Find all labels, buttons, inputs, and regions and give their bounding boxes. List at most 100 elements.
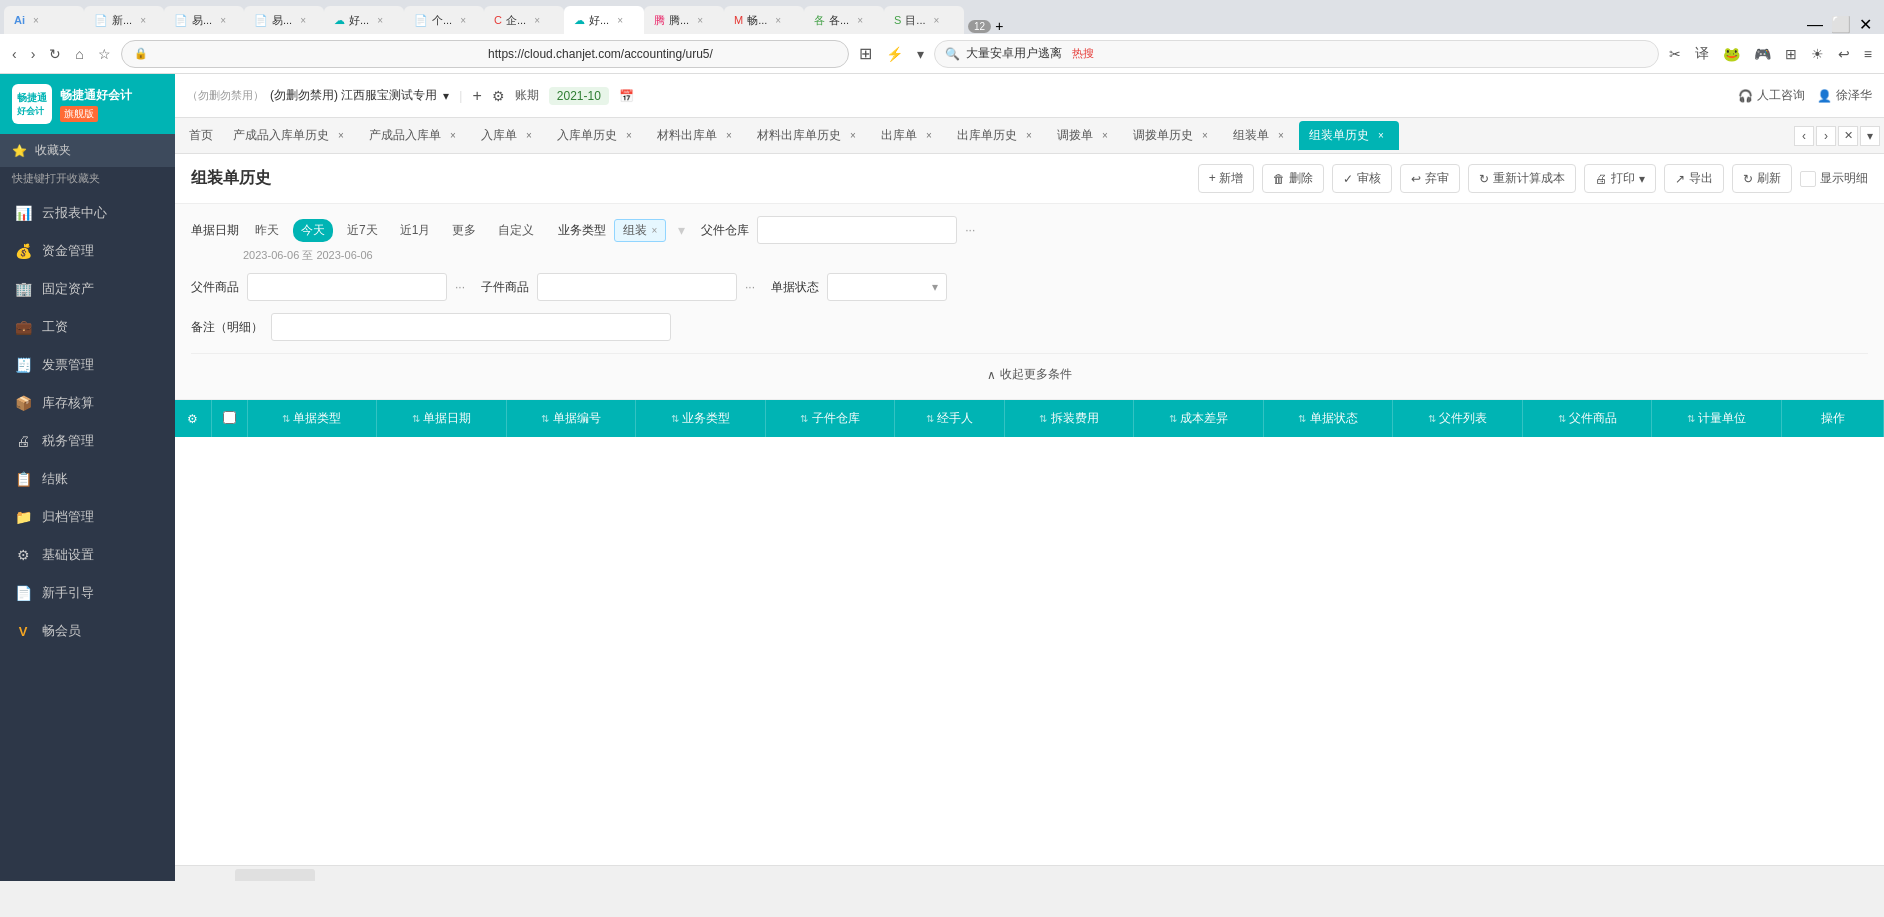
sidebar-item-inventory[interactable]: 📦 库存核算: [0, 384, 175, 422]
sort-icon-bill-date[interactable]: ⇅: [412, 413, 420, 424]
sort-icon-disassembly-cost[interactable]: ⇅: [1039, 413, 1047, 424]
page-tab-finished-history[interactable]: 产成品入库单历史 ×: [223, 121, 359, 150]
tab-close-10[interactable]: ×: [857, 15, 863, 26]
business-dropdown[interactable]: ▾: [678, 222, 685, 238]
close-tab-10[interactable]: ×: [1197, 128, 1213, 144]
shortcut-today[interactable]: 今天: [293, 219, 333, 242]
add-company-button[interactable]: +: [472, 87, 481, 105]
sidebar-item-guide[interactable]: 📄 新手引导: [0, 574, 175, 612]
abandon-button[interactable]: ↩ 弃审: [1400, 164, 1460, 193]
grid-button[interactable]: ⊞: [1781, 42, 1801, 66]
tab-close-6[interactable]: ×: [534, 15, 540, 26]
sidebar-item-closing[interactable]: 📋 结账: [0, 460, 175, 498]
sidebar-item-cloud-report[interactable]: 📊 云报表中心: [0, 194, 175, 232]
display-toggle[interactable]: 显示明细: [1800, 170, 1868, 187]
menu-button[interactable]: ≡: [1860, 42, 1876, 66]
tab-close-8[interactable]: ×: [697, 15, 703, 26]
status-select[interactable]: ▾: [827, 273, 947, 301]
company-selector[interactable]: （勿删勿禁用） (勿删勿禁用) 江西服宝测试专用 ▾: [187, 87, 449, 104]
tab-nav-right[interactable]: ›: [1816, 126, 1836, 146]
sidebar-item-finance[interactable]: 💰 资金管理: [0, 232, 175, 270]
child-goods-input[interactable]: [537, 273, 737, 301]
export-button[interactable]: ↗ 导出: [1664, 164, 1724, 193]
search-bar[interactable]: 🔍 大量安卓用户逃离 热搜: [934, 40, 1659, 68]
tab-close-11[interactable]: ×: [934, 15, 940, 26]
user-avatar[interactable]: 👤 徐泽华: [1817, 87, 1872, 104]
browser-tab-8[interactable]: 腾 腾... ×: [644, 6, 724, 34]
scrollbar-thumb[interactable]: [235, 869, 315, 881]
shortcut-1month[interactable]: 近1月: [392, 219, 439, 242]
browser-tab-6[interactable]: C 企... ×: [484, 6, 564, 34]
shortcut-more[interactable]: 更多: [444, 219, 484, 242]
scissors-button[interactable]: ✂: [1665, 42, 1685, 66]
settings-button[interactable]: ⚙: [492, 88, 505, 104]
close-tab-3[interactable]: ×: [521, 128, 537, 144]
close-tab-8[interactable]: ×: [1021, 128, 1037, 144]
refresh-button[interactable]: ↻ 刷新: [1732, 164, 1792, 193]
delete-button[interactable]: 🗑 删除: [1262, 164, 1324, 193]
period-badge[interactable]: 2021-10: [549, 87, 609, 105]
sort-icon-parent-goods[interactable]: ⇅: [1558, 413, 1566, 424]
lightning-button[interactable]: ⚡: [882, 42, 907, 66]
close-tab-11[interactable]: ×: [1273, 128, 1289, 144]
browser-tab-10[interactable]: 各 各... ×: [804, 6, 884, 34]
bookmark-shortcut[interactable]: 快捷键打开收藏夹: [0, 167, 175, 194]
tab-nav-menu[interactable]: ▾: [1860, 126, 1880, 146]
bottom-scrollbar[interactable]: [175, 865, 1884, 881]
shortcut-custom[interactable]: 自定义: [490, 219, 542, 242]
shortcut-7days[interactable]: 近7天: [339, 219, 386, 242]
sort-icon-bill-status[interactable]: ⇅: [1298, 413, 1306, 424]
browser-tab-1[interactable]: 📄 新... ×: [84, 6, 164, 34]
browser-tab-11[interactable]: S 目... ×: [884, 6, 964, 34]
sun-button[interactable]: ☀: [1807, 42, 1828, 66]
close-tab-7[interactable]: ×: [921, 128, 937, 144]
parent-goods-input[interactable]: [247, 273, 447, 301]
emoji-button[interactable]: 🐸: [1719, 42, 1744, 66]
sidebar-item-salary[interactable]: 💼 工资: [0, 308, 175, 346]
page-tab-out-history[interactable]: 出库单历史 ×: [947, 121, 1047, 150]
page-tab-home[interactable]: 首页: [179, 121, 223, 150]
maximize-button[interactable]: ⬜: [1831, 15, 1851, 34]
recalculate-button[interactable]: ↻ 重新计算成本: [1468, 164, 1576, 193]
sort-icon-bill-type[interactable]: ⇅: [282, 413, 290, 424]
sidebar-item-tax[interactable]: 🖨 税务管理: [0, 422, 175, 460]
sort-icon-handler[interactable]: ⇅: [926, 413, 934, 424]
table-settings-col[interactable]: ⚙: [175, 400, 211, 437]
back-button[interactable]: ‹: [8, 42, 21, 66]
warehouse-dots[interactable]: ···: [965, 223, 975, 237]
minimize-button[interactable]: —: [1807, 16, 1823, 34]
sort-icon-bill-no[interactable]: ⇅: [541, 413, 549, 424]
bookmark-section[interactable]: ⭐ 收藏夹: [0, 134, 175, 167]
page-tab-storage[interactable]: 入库单 ×: [471, 121, 547, 150]
sidebar-item-invoice[interactable]: 🧾 发票管理: [0, 346, 175, 384]
page-tab-transfer-history[interactable]: 调拨单历史 ×: [1123, 121, 1223, 150]
page-tab-out[interactable]: 出库单 ×: [871, 121, 947, 150]
page-tab-finished[interactable]: 产成品入库单 ×: [359, 121, 471, 150]
close-tab-1[interactable]: ×: [333, 128, 349, 144]
select-all-checkbox[interactable]: [223, 411, 236, 424]
sort-icon-business-type[interactable]: ⇅: [671, 413, 679, 424]
close-tab-5[interactable]: ×: [721, 128, 737, 144]
tab-close-1[interactable]: ×: [140, 15, 146, 26]
browser-tab-9[interactable]: M 畅... ×: [724, 6, 804, 34]
page-tab-material-out[interactable]: 材料出库单 ×: [647, 121, 747, 150]
bookmark-button[interactable]: ☆: [94, 42, 115, 66]
close-tab-6[interactable]: ×: [845, 128, 861, 144]
undo-button[interactable]: ↩: [1834, 42, 1854, 66]
close-window-button[interactable]: ✕: [1859, 15, 1872, 34]
reload-button[interactable]: ↻: [45, 42, 65, 66]
tab-close-3[interactable]: ×: [300, 15, 306, 26]
tab-close-2[interactable]: ×: [220, 15, 226, 26]
browser-tab-7[interactable]: ☁ 好... ×: [564, 6, 644, 34]
sort-icon-parent-list[interactable]: ⇅: [1428, 413, 1436, 424]
collapse-button[interactable]: ∧ 收起更多条件: [975, 362, 1084, 387]
sort-icon-unit[interactable]: ⇅: [1687, 413, 1695, 424]
tab-nav-left[interactable]: ‹: [1794, 126, 1814, 146]
browser-tab-2[interactable]: 📄 易... ×: [164, 6, 244, 34]
page-tab-assembly-history[interactable]: 组装单历史 ×: [1299, 121, 1399, 150]
tab-close-5[interactable]: ×: [460, 15, 466, 26]
close-tab-9[interactable]: ×: [1097, 128, 1113, 144]
qr-button[interactable]: ⊞: [855, 40, 876, 67]
calendar-icon[interactable]: 📅: [619, 89, 634, 103]
sidebar-item-archive[interactable]: 📁 归档管理: [0, 498, 175, 536]
